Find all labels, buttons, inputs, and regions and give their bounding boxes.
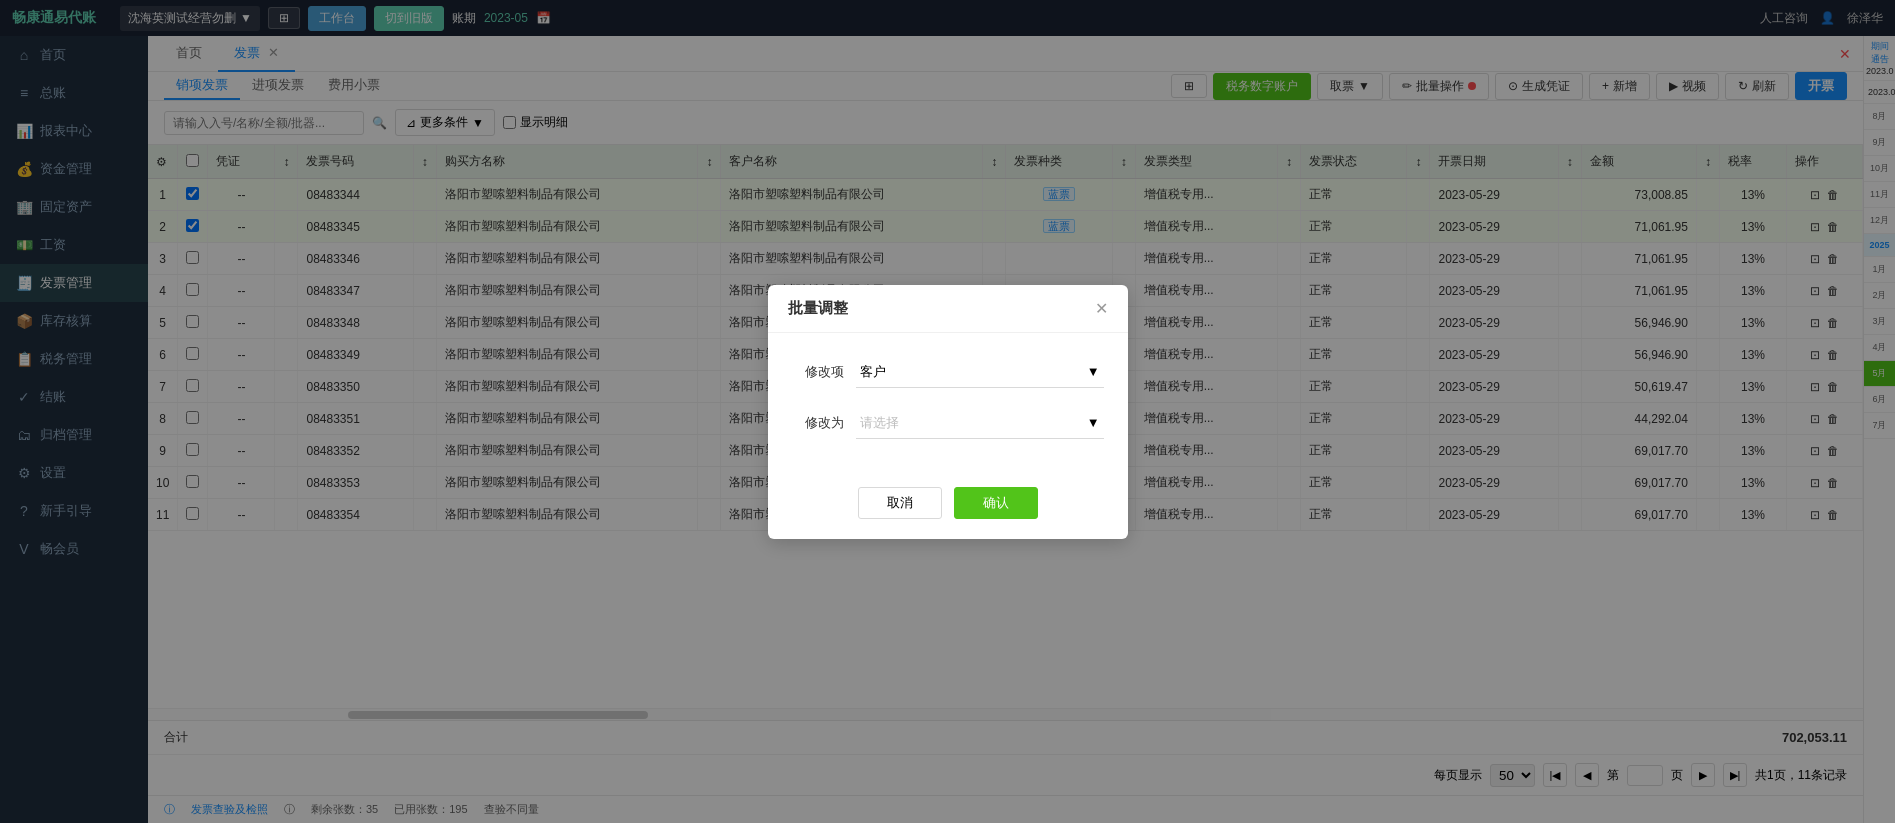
value-label: 修改为 bbox=[792, 414, 844, 432]
modal-overlay: 批量调整 ✕ 修改项 客户 ▼ 修改为 请选择 ▼ 取消 确认 bbox=[0, 0, 1895, 823]
modal-body: 修改项 客户 ▼ 修改为 请选择 ▼ bbox=[768, 333, 1128, 475]
value-placeholder: 请选择 bbox=[860, 414, 899, 432]
value-dropdown-icon: ▼ bbox=[1087, 415, 1100, 430]
field-value: 客户 bbox=[860, 363, 886, 381]
modal-header: 批量调整 ✕ bbox=[768, 285, 1128, 333]
field-label: 修改项 bbox=[792, 363, 844, 381]
modal-confirm-button[interactable]: 确认 bbox=[954, 487, 1038, 519]
form-row-value: 修改为 请选择 ▼ bbox=[792, 408, 1104, 439]
modal-title: 批量调整 bbox=[788, 299, 848, 318]
modal-cancel-button[interactable]: 取消 bbox=[858, 487, 942, 519]
modal-close-button[interactable]: ✕ bbox=[1095, 299, 1108, 318]
batch-adjust-modal: 批量调整 ✕ 修改项 客户 ▼ 修改为 请选择 ▼ 取消 确认 bbox=[768, 285, 1128, 539]
value-select[interactable]: 请选择 ▼ bbox=[856, 408, 1104, 439]
modal-footer: 取消 确认 bbox=[768, 475, 1128, 539]
field-select[interactable]: 客户 ▼ bbox=[856, 357, 1104, 388]
field-dropdown-icon: ▼ bbox=[1087, 364, 1100, 379]
form-row-field: 修改项 客户 ▼ bbox=[792, 357, 1104, 388]
